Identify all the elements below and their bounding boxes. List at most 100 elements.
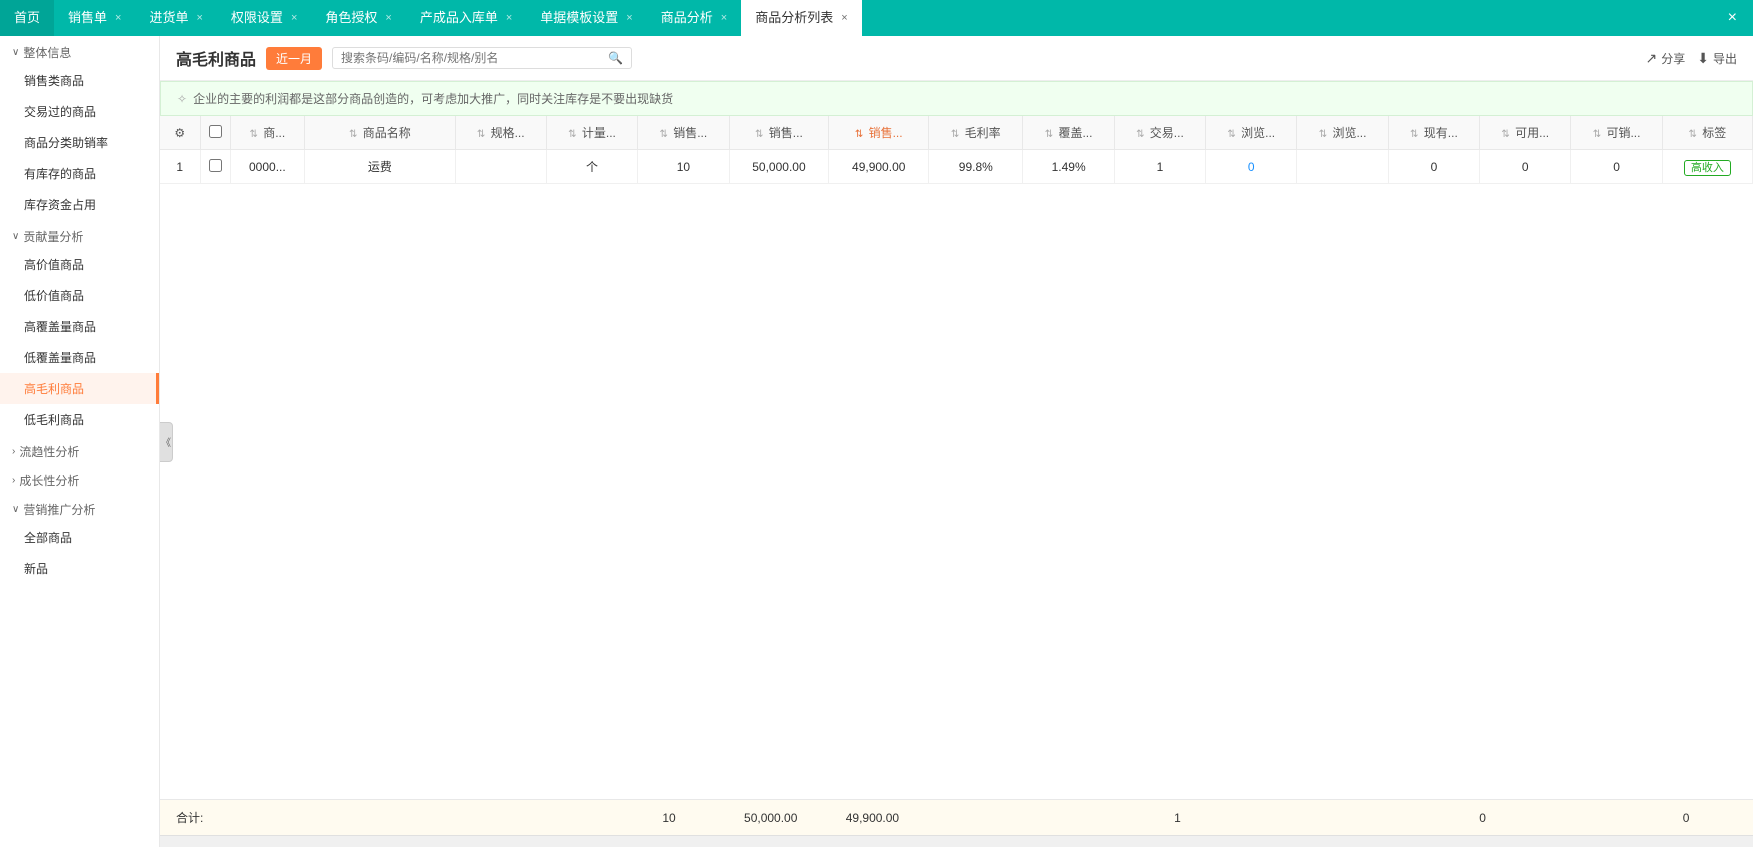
nav-home[interactable]: 首页: [0, 0, 54, 36]
footer-cell-empty4: [516, 811, 618, 825]
cell-spec: [455, 150, 546, 184]
horizontal-scrollbar[interactable]: [160, 835, 1753, 847]
col-spec: ⇅ 规格...: [455, 116, 546, 150]
close-icon[interactable]: ×: [721, 0, 727, 36]
sort-icon: ⇅: [1410, 129, 1418, 140]
export-button[interactable]: ⬇ 导出: [1697, 50, 1737, 67]
footer-cell-empty8: [1330, 811, 1432, 825]
close-icon[interactable]: ×: [841, 0, 847, 36]
footer-cell-sales-amount: 50,000.00: [720, 811, 822, 825]
sidebar-item-sales-goods[interactable]: 销售类商品: [0, 65, 159, 96]
footer-cell-empty9: [1533, 811, 1635, 825]
sidebar-item-traded-goods[interactable]: 交易过的商品: [0, 96, 159, 127]
footer-summary: 合计: 10 50,000.00 49,900.00 1 0 0: [160, 799, 1753, 835]
cell-transactions: 1: [1114, 150, 1205, 184]
search-input[interactable]: [341, 51, 602, 65]
close-icon[interactable]: ×: [115, 0, 121, 36]
col-unit: ⇅ 计量...: [546, 116, 637, 150]
nav-purchase-order[interactable]: 进货单 ×: [135, 0, 216, 36]
footer-cell-empty1: [211, 811, 313, 825]
col-sales-qty: ⇅ 销售...: [638, 116, 729, 150]
close-icon[interactable]: ×: [626, 0, 632, 36]
sidebar-item-all-goods[interactable]: 全部商品: [0, 522, 159, 553]
nav-sales-order[interactable]: 销售单 ×: [54, 0, 135, 36]
chevron-right-icon: ›: [12, 475, 15, 486]
filter-recent-month-button[interactable]: 近一月: [266, 47, 322, 70]
table-header-row: ⚙ ⇅ 商... ⇅ 商品名称: [160, 116, 1753, 150]
footer-cells: 10 50,000.00 49,900.00 1 0 0: [211, 811, 1737, 825]
sidebar-item-low-value[interactable]: 低价值商品: [0, 280, 159, 311]
cell-sales-cost: 49,900.00: [829, 150, 929, 184]
col-gross-rate: ⇅ 毛利率: [929, 116, 1023, 150]
close-icon[interactable]: ×: [196, 0, 202, 36]
cell-views2: [1297, 150, 1388, 184]
cell-sellable: 0: [1571, 150, 1662, 184]
sidebar-item-high-value[interactable]: 高价值商品: [0, 249, 159, 280]
header-actions: ↗ 分享 ⬇ 导出: [1646, 50, 1738, 67]
close-icon[interactable]: ×: [291, 0, 297, 36]
window-close-button[interactable]: ×: [1712, 0, 1753, 36]
collapse-sidebar-button[interactable]: 《: [160, 422, 173, 462]
views1-link[interactable]: 0: [1248, 160, 1255, 174]
close-icon[interactable]: ×: [385, 0, 391, 36]
sort-icon: ⇅: [1689, 129, 1697, 140]
sidebar-item-high-coverage[interactable]: 高覆盖量商品: [0, 311, 159, 342]
row-checkbox[interactable]: [209, 159, 222, 172]
sidebar-item-low-margin[interactable]: 低毛利商品: [0, 404, 159, 435]
col-sales-cost: ⇅ 销售...: [829, 116, 929, 150]
chevron-down-icon: ∨: [12, 231, 19, 242]
sidebar-group-trend[interactable]: › 流趋性分析: [0, 435, 159, 464]
nav-finished-goods[interactable]: 产成品入库单 ×: [406, 0, 526, 36]
footer-cell-sellable: 0: [1635, 811, 1737, 825]
sort-icon: ⇅: [1136, 129, 1144, 140]
col-coverage: ⇅ 覆盖...: [1023, 116, 1114, 150]
footer-label: 合计:: [176, 809, 203, 826]
cell-sales-amount: 50,000.00: [729, 150, 829, 184]
tip-icon: ✧: [177, 92, 187, 106]
sort-icon: ⇅: [1593, 129, 1601, 140]
search-icon[interactable]: 🔍: [608, 51, 623, 65]
nav-roles[interactable]: 角色授权 ×: [311, 0, 405, 36]
footer-cell-current-stock: 0: [1432, 811, 1534, 825]
sort-icon: ⇅: [1227, 129, 1235, 140]
select-all-checkbox[interactable]: [209, 125, 222, 138]
sidebar-group-growth[interactable]: › 成长性分析: [0, 464, 159, 493]
export-icon: ⬇: [1697, 50, 1709, 67]
nav-product-analysis-list[interactable]: 商品分析列表 ×: [741, 0, 861, 36]
sort-icon: ⇅: [855, 129, 863, 140]
sidebar-group-overall[interactable]: ∨ 整体信息: [0, 36, 159, 65]
col-views2: ⇅ 浏览...: [1297, 116, 1388, 150]
nav-template-settings[interactable]: 单据模板设置 ×: [526, 0, 646, 36]
sort-icon: ⇅: [249, 129, 257, 140]
col-available: ⇅ 可用...: [1480, 116, 1571, 150]
sort-icon: ⇅: [951, 129, 959, 140]
sidebar: ∨ 整体信息 销售类商品 交易过的商品 商品分类助销率 有库存的商品 库存资金占…: [0, 36, 160, 847]
col-sales-amount: ⇅ 销售...: [729, 116, 829, 150]
chevron-down-icon: ∨: [12, 504, 19, 515]
share-button[interactable]: ↗ 分享: [1646, 50, 1686, 67]
col-tag: ⇅ 标签: [1662, 116, 1752, 150]
sort-icon: ⇅: [1319, 129, 1327, 140]
cell-current-stock: 0: [1388, 150, 1479, 184]
cell-available: 0: [1480, 150, 1571, 184]
tip-text: 企业的主要的利润都是这部分商品创造的，可考虑加大推广，同时关注库存是不要出现缺货: [193, 90, 673, 107]
cell-name: 运费: [305, 150, 455, 184]
settings-icon[interactable]: ⚙: [174, 126, 185, 140]
sidebar-item-high-margin[interactable]: 高毛利商品: [0, 373, 159, 404]
close-icon[interactable]: ×: [506, 0, 512, 36]
sidebar-group-marketing[interactable]: ∨ 营销推广分析: [0, 493, 159, 522]
sidebar-item-low-coverage[interactable]: 低覆盖量商品: [0, 342, 159, 373]
footer-cell-transactions: 1: [1127, 811, 1229, 825]
col-code: ⇅ 商...: [230, 116, 305, 150]
sort-icon: ⇅: [349, 129, 357, 140]
content-header: 高毛利商品 近一月 🔍 ↗ 分享 ⬇ 导出: [160, 36, 1753, 81]
sidebar-item-category-rate[interactable]: 商品分类助销率: [0, 127, 159, 158]
nav-permissions[interactable]: 权限设置 ×: [217, 0, 311, 36]
sidebar-item-stock-capital[interactable]: 库存资金占用: [0, 189, 159, 220]
sidebar-item-new-goods[interactable]: 新品: [0, 553, 159, 584]
sidebar-group-contribution[interactable]: ∨ 贡献量分析: [0, 220, 159, 249]
col-views1: ⇅ 浏览...: [1206, 116, 1297, 150]
nav-product-analysis[interactable]: 商品分析 ×: [647, 0, 741, 36]
sidebar-item-in-stock[interactable]: 有库存的商品: [0, 158, 159, 189]
cell-coverage: 1.49%: [1023, 150, 1114, 184]
